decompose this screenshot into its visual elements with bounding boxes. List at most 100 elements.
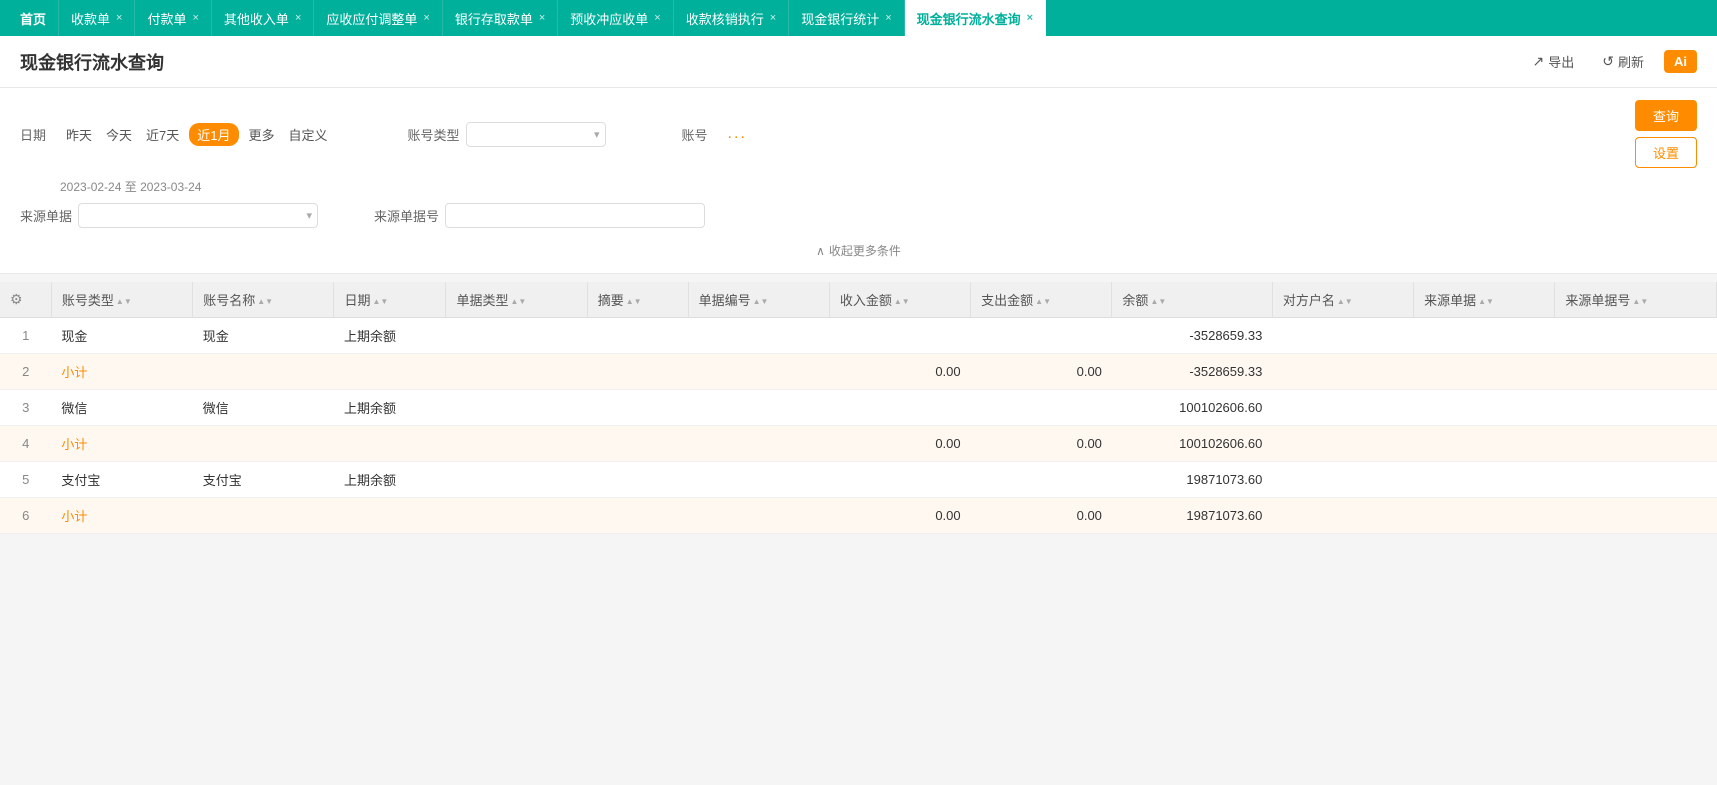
- cell-expense: [971, 318, 1112, 354]
- sort-icon-account_name[interactable]: ▲▼: [257, 298, 273, 306]
- sort-icon-expense[interactable]: ▲▼: [1035, 298, 1051, 306]
- gear-icon[interactable]: ⚙: [10, 291, 23, 307]
- filter-area: 日期 昨天 今天 近7天 近1月 更多 自定义 账号类型 ▾ 账号 ... 查询: [0, 88, 1717, 274]
- query-button[interactable]: 查询: [1635, 100, 1697, 131]
- cell-source_doc: [1414, 498, 1555, 534]
- date-near1m[interactable]: 近1月: [189, 123, 238, 146]
- nav-tab-付款单[interactable]: 付款单×: [135, 0, 211, 36]
- sort-icon-source_doc_no[interactable]: ▲▼: [1632, 298, 1648, 306]
- settings-button[interactable]: 设置: [1635, 137, 1697, 168]
- cell-row_num: 4: [0, 426, 51, 462]
- sort-icon-balance[interactable]: ▲▼: [1150, 298, 1166, 306]
- sort-icon-doc_type[interactable]: ▲▼: [510, 298, 526, 306]
- source-doc-no-label: 来源单据号: [374, 206, 439, 225]
- cell-balance: 100102606.60: [1112, 390, 1272, 426]
- cell-source_doc: [1414, 318, 1555, 354]
- cell-summary: [587, 498, 688, 534]
- cell-expense: 0.00: [971, 498, 1112, 534]
- page-title: 现金银行流水查询: [20, 49, 164, 75]
- cell-account_name: 支付宝: [193, 462, 334, 498]
- date-near7[interactable]: 近7天: [142, 123, 183, 146]
- cell-expense: 0.00: [971, 354, 1112, 390]
- close-icon[interactable]: ×: [539, 12, 545, 24]
- close-icon[interactable]: ×: [1027, 12, 1033, 24]
- table-row: 2小计0.000.00-3528659.33: [0, 354, 1717, 390]
- cell-source_doc_no: [1555, 426, 1717, 462]
- cell-counter_party: [1272, 462, 1413, 498]
- cell-expense: 0.00: [971, 426, 1112, 462]
- source-doc-label: 来源单据: [20, 206, 72, 225]
- refresh-button[interactable]: ↺ 刷新: [1594, 48, 1652, 75]
- cell-income: 0.00: [829, 354, 970, 390]
- close-icon[interactable]: ×: [423, 12, 429, 24]
- date-custom[interactable]: 自定义: [285, 123, 332, 146]
- sort-icon-source_doc[interactable]: ▲▼: [1478, 298, 1494, 306]
- table-row: 6小计0.000.0019871073.60: [0, 498, 1717, 534]
- nav-tab-收款核销执行[interactable]: 收款核销执行×: [674, 0, 789, 36]
- cell-account_type: 微信: [51, 390, 192, 426]
- col-header-balance: 余额▲▼: [1112, 282, 1272, 318]
- cell-summary: [587, 390, 688, 426]
- nav-tab-应收应付调整单[interactable]: 应收应付调整单×: [314, 0, 442, 36]
- account-dots-button[interactable]: ...: [728, 125, 747, 143]
- close-icon[interactable]: ×: [885, 12, 891, 24]
- date-range-display: 2023-02-24 至 2023-03-24: [60, 178, 201, 195]
- cell-account_type: 小计: [51, 498, 192, 534]
- export-icon: ↗: [1533, 53, 1545, 70]
- cell-source_doc: [1414, 462, 1555, 498]
- cell-doc_no: [688, 462, 829, 498]
- nav-tab-其他收入单[interactable]: 其他收入单×: [212, 0, 314, 36]
- close-icon[interactable]: ×: [770, 12, 776, 24]
- cell-balance: 19871073.60: [1112, 498, 1272, 534]
- col-header-doc_type: 单据类型▲▼: [446, 282, 587, 318]
- col-header-income: 收入金额▲▼: [829, 282, 970, 318]
- nav-home[interactable]: 首页: [8, 0, 59, 36]
- cell-summary: [587, 318, 688, 354]
- sort-icon-counter_party[interactable]: ▲▼: [1337, 298, 1353, 306]
- nav-tab-现金银行流水查询[interactable]: 现金银行流水查询×: [905, 0, 1046, 36]
- col-header-gear: ⚙: [0, 282, 51, 318]
- account-type-select-wrapper: ▾: [466, 122, 606, 147]
- sort-icon-date[interactable]: ▲▼: [372, 298, 388, 306]
- account-type-select[interactable]: [466, 122, 606, 147]
- filter-row-date: 日期 昨天 今天 近7天 近1月 更多 自定义 账号类型 ▾ 账号 ... 查询: [20, 100, 1697, 168]
- cell-doc_no: [688, 426, 829, 462]
- close-icon[interactable]: ×: [295, 12, 301, 24]
- source-doc-no-input[interactable]: [445, 203, 705, 228]
- collapse-label: 收起更多条件: [829, 242, 901, 259]
- sort-icon-doc_no[interactable]: ▲▼: [753, 298, 769, 306]
- cell-date: [334, 498, 446, 534]
- table-row: 5支付宝支付宝上期余额19871073.60: [0, 462, 1717, 498]
- cell-balance: -3528659.33: [1112, 318, 1272, 354]
- cell-expense: [971, 390, 1112, 426]
- cell-account_name: 微信: [193, 390, 334, 426]
- cell-balance: 100102606.60: [1112, 426, 1272, 462]
- col-header-date: 日期▲▼: [334, 282, 446, 318]
- close-icon[interactable]: ×: [116, 12, 122, 24]
- table-area: ⚙账号类型▲▼账号名称▲▼日期▲▼单据类型▲▼摘要▲▼单据编号▲▼收入金额▲▼支…: [0, 282, 1717, 534]
- source-doc-select[interactable]: [78, 203, 318, 228]
- cell-expense: [971, 462, 1112, 498]
- nav-tab-预收冲应收单[interactable]: 预收冲应收单×: [558, 0, 673, 36]
- export-button[interactable]: ↗ 导出: [1525, 48, 1583, 75]
- sort-icon-summary[interactable]: ▲▼: [626, 298, 642, 306]
- nav-tab-银行存取款单[interactable]: 银行存取款单×: [443, 0, 558, 36]
- col-header-account_name: 账号名称▲▼: [193, 282, 334, 318]
- cell-summary: [587, 462, 688, 498]
- collapse-bar[interactable]: ∧ 收起更多条件: [20, 238, 1697, 261]
- cell-date: 上期余额: [334, 462, 446, 498]
- nav-tab-现金银行统计[interactable]: 现金银行统计×: [789, 0, 904, 36]
- ai-button[interactable]: Ai: [1664, 50, 1697, 73]
- col-header-expense: 支出金额▲▼: [971, 282, 1112, 318]
- sort-icon-income[interactable]: ▲▼: [894, 298, 910, 306]
- close-icon[interactable]: ×: [654, 12, 660, 24]
- date-today[interactable]: 今天: [102, 123, 136, 146]
- close-icon[interactable]: ×: [192, 12, 198, 24]
- date-yesterday[interactable]: 昨天: [62, 123, 96, 146]
- date-more[interactable]: 更多: [245, 123, 279, 146]
- nav-tab-收款单[interactable]: 收款单×: [59, 0, 135, 36]
- cell-source_doc_no: [1555, 354, 1717, 390]
- cell-row_num: 1: [0, 318, 51, 354]
- sort-icon-account_type[interactable]: ▲▼: [116, 298, 132, 306]
- cell-source_doc_no: [1555, 498, 1717, 534]
